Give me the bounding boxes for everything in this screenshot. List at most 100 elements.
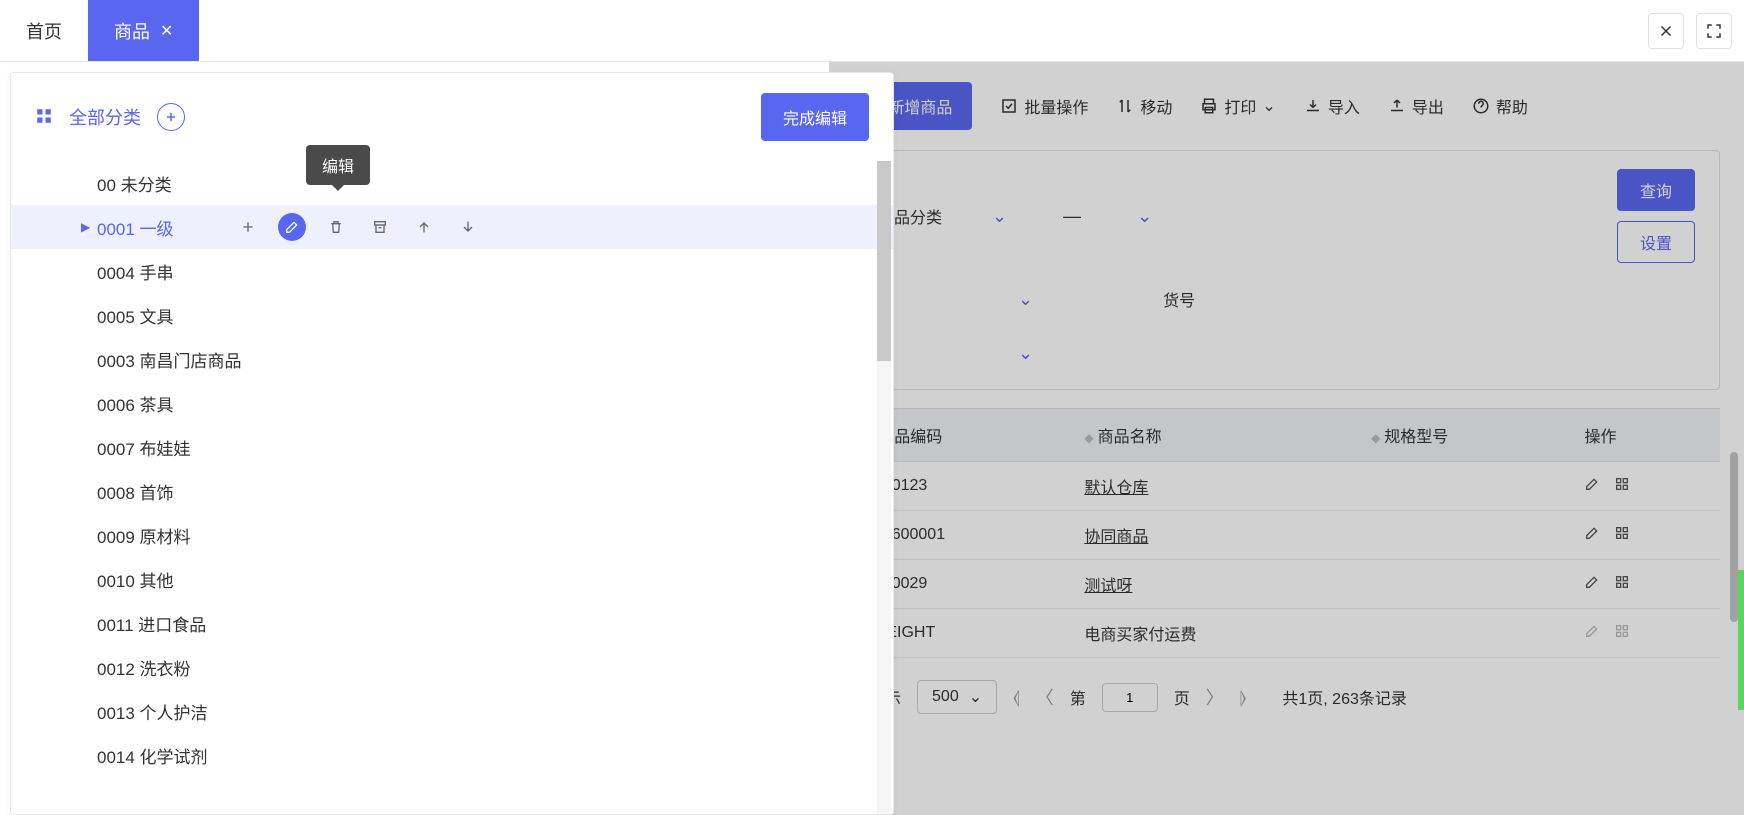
col-spec[interactable]: ◆规格型号 (1359, 409, 1572, 462)
category-item-label: 0006 茶具 (97, 391, 174, 416)
category-item[interactable]: 0003 南昌门店商品 (97, 337, 893, 381)
category-item[interactable]: 0010 其他 (97, 557, 893, 601)
category-item[interactable]: 0007 布娃娃 (97, 425, 893, 469)
table-row[interactable]: 0000029测试呀 (853, 560, 1720, 609)
category-item[interactable]: 0014 化学试剂 (97, 733, 893, 777)
more-icon[interactable] (1614, 623, 1630, 644)
edit-icon[interactable] (1584, 574, 1600, 595)
product-name-link[interactable]: 默认仓库 (1084, 480, 1148, 497)
category-item-label: 0010 其他 (97, 567, 174, 592)
scrollbar-thumb[interactable] (877, 161, 891, 361)
category-item[interactable]: 0005 文具 (97, 293, 893, 337)
more-icon[interactable] (1614, 525, 1630, 546)
category-item[interactable]: 0009 原材料 (97, 513, 893, 557)
category-item[interactable]: ▶0001 一级 (11, 205, 893, 249)
edit-icon[interactable] (278, 213, 306, 241)
page-scroll-indicator[interactable] (1738, 570, 1744, 710)
edit-icon[interactable] (1584, 476, 1600, 497)
delete-icon[interactable] (322, 213, 350, 241)
close-all-button[interactable] (1648, 13, 1684, 49)
tab-product-label: 商品 (114, 18, 150, 44)
category-item[interactable]: 0013 个人护洁 (97, 689, 893, 733)
page-prefix: 第 (1070, 685, 1086, 709)
sort-icon: ◆ (1371, 431, 1380, 445)
export-button[interactable]: 导出 (1388, 94, 1444, 118)
batch-ops-label: 批量操作 (1024, 94, 1088, 118)
cell-name: 协同商品 (1072, 511, 1359, 560)
archive-icon[interactable] (366, 213, 394, 241)
tab-home-label: 首页 (26, 18, 62, 44)
page-suffix: 页 (1174, 685, 1190, 709)
per-page-select[interactable]: 500 ⌄ (917, 680, 997, 714)
category-item-label: 0013 个人护洁 (97, 699, 208, 724)
more-icon[interactable] (1614, 574, 1630, 595)
next-page-icon[interactable]: 〉 (1206, 684, 1224, 710)
category-item-label: 0004 手串 (97, 259, 174, 284)
col-name[interactable]: ◆商品名称 (1072, 409, 1359, 462)
category-panel: 全部分类 完成编辑 00 未分类▶0001 一级 0004 手串 0005 文具 00… (10, 72, 894, 815)
edit-icon[interactable] (1584, 525, 1600, 546)
print-button[interactable]: 打印 ⌄ (1200, 94, 1275, 118)
prev-page-icon[interactable]: 〈 (1036, 684, 1054, 710)
category-item[interactable]: 0004 手串 (97, 249, 893, 293)
cell-ops (1572, 511, 1720, 560)
last-page-icon[interactable]: ⦊ (1240, 687, 1247, 708)
cell-ops (1572, 560, 1720, 609)
category-item[interactable]: 0006 茶具 (97, 381, 893, 425)
category-item-label: 0008 首饰 (97, 479, 174, 504)
first-page-icon[interactable]: ⦉ (1013, 687, 1020, 708)
move-label: 移动 (1140, 94, 1172, 118)
category-item-label: 0012 洗衣粉 (97, 655, 191, 680)
category-item-label: 0014 化学试剂 (97, 743, 208, 768)
add-product-label: 新增商品 (888, 94, 952, 118)
tab-product[interactable]: 商品 ✕ (88, 0, 199, 61)
tooltip-edit: 编辑 (306, 145, 370, 185)
page-input[interactable] (1102, 683, 1158, 712)
cell-spec (1359, 511, 1572, 560)
table-row[interactable]: 000600001协同商品 (853, 511, 1720, 560)
export-label: 导出 (1412, 94, 1444, 118)
chevron-down-icon: ⌄ (1262, 96, 1275, 116)
chevron-down-icon[interactable]: ⌄ (1018, 289, 1033, 310)
add-child-icon[interactable] (234, 213, 262, 241)
scrollbar-thumb[interactable] (1730, 452, 1738, 622)
print-label: 打印 (1224, 94, 1256, 118)
cell-name: 电商买家付运费 (1072, 609, 1359, 658)
product-name-link[interactable]: 测试呀 (1084, 578, 1132, 595)
query-button[interactable]: 查询 (1617, 169, 1695, 211)
batch-ops-button[interactable]: 批量操作 (1000, 94, 1088, 118)
done-edit-button[interactable]: 完成编辑 (761, 93, 869, 141)
tabs-bar: 首页 商品 ✕ (0, 0, 1744, 62)
move-button[interactable]: 移动 (1116, 94, 1172, 118)
help-button[interactable]: 帮助 (1472, 94, 1528, 118)
arrow-down-icon[interactable] (454, 213, 482, 241)
category-item-label: 0005 文具 (97, 303, 174, 328)
settings-button[interactable]: 设置 (1617, 221, 1695, 263)
close-icon[interactable]: ✕ (160, 21, 173, 41)
col-ops: 操作 (1572, 409, 1720, 462)
main-content-dimmed: + 新增商品 批量操作 移动 打印 ⌄ 导入 (829, 62, 1744, 815)
product-table: ◆商品编码 ◆商品名称 ◆规格型号 操作 0000123默认仓库00060000… (853, 408, 1720, 658)
category-item[interactable]: 0012 洗衣粉 (97, 645, 893, 689)
chevron-down-icon[interactable]: ⌄ (1137, 206, 1152, 227)
table-row[interactable]: FREIGHT电商买家付运费 (853, 609, 1720, 658)
category-item[interactable]: 00 未分类 (97, 161, 893, 205)
dash-icon: — (1063, 206, 1081, 227)
category-title[interactable]: 全部分类 (69, 104, 141, 130)
chevron-down-icon[interactable]: ⌄ (1018, 343, 1033, 364)
import-button[interactable]: 导入 (1304, 94, 1360, 118)
chevron-down-icon[interactable]: ⌄ (992, 206, 1007, 227)
category-item[interactable]: 0008 首饰 (97, 469, 893, 513)
cell-name: 测试呀 (1072, 560, 1359, 609)
product-name-link[interactable]: 协同商品 (1084, 529, 1148, 546)
tab-home[interactable]: 首页 (0, 0, 88, 61)
table-row[interactable]: 0000123默认仓库 (853, 462, 1720, 511)
arrow-up-icon[interactable] (410, 213, 438, 241)
category-item[interactable]: 0011 进口食品 (97, 601, 893, 645)
category-item-label: 0003 南昌门店商品 (97, 347, 242, 372)
category-item-label: 0011 进口食品 (97, 611, 206, 636)
fullscreen-button[interactable] (1696, 13, 1732, 49)
more-icon[interactable] (1614, 476, 1630, 497)
add-category-button[interactable] (157, 103, 185, 131)
grid-icon (35, 107, 53, 128)
